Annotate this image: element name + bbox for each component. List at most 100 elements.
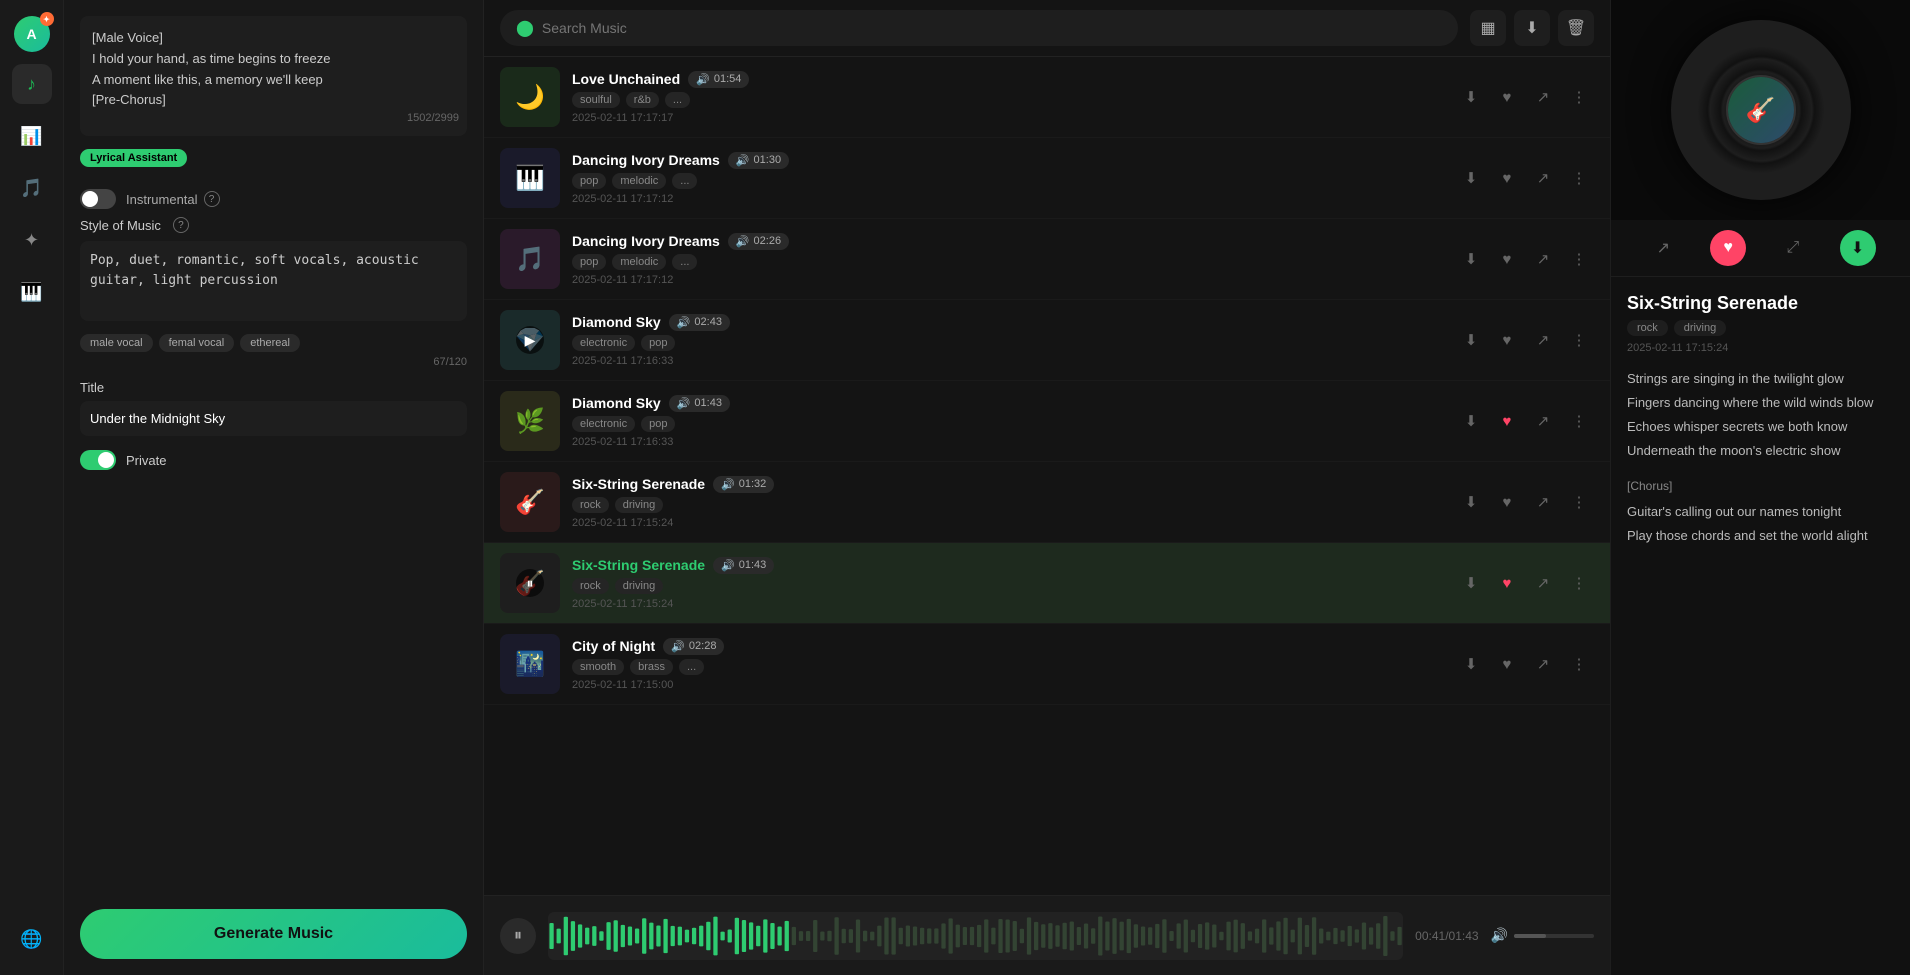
song-detail-tags: rock driving — [1627, 320, 1894, 336]
item-share-button[interactable]: ↗ — [1528, 244, 1558, 274]
item-download-button[interactable]: ⬇ — [1456, 649, 1486, 679]
waveform[interactable] — [548, 912, 1403, 960]
like-button[interactable]: ♥ — [1710, 230, 1746, 266]
volume-row: 🔊 — [1491, 927, 1594, 944]
music-tag: driving — [615, 497, 663, 513]
tag-ethereal[interactable]: ethereal — [240, 334, 300, 352]
lyrics-area: [Male Voice] I hold your hand, as time b… — [80, 16, 467, 136]
music-name: Six-String Serenade — [572, 476, 705, 492]
right-download-button[interactable]: ⬇ — [1840, 230, 1876, 266]
item-download-button[interactable]: ⬇ — [1456, 244, 1486, 274]
item-download-button[interactable]: ⬇ — [1456, 406, 1486, 436]
sidebar-item-magic[interactable]: ✦ — [12, 220, 52, 260]
item-share-button[interactable]: ↗ — [1528, 649, 1558, 679]
volume-fill — [1514, 934, 1546, 938]
instrumental-label: Instrumental — [126, 192, 198, 207]
item-share-button[interactable]: ↗ — [1528, 568, 1558, 598]
item-like-button[interactable]: ♥ — [1492, 406, 1522, 436]
left-panel: [Male Voice] I hold your hand, as time b… — [64, 0, 484, 975]
item-more-button[interactable]: ⋮ — [1564, 406, 1594, 436]
item-download-button[interactable]: ⬇ — [1456, 82, 1486, 112]
lyrics-line: Strings are singing in the twilight glow — [1627, 368, 1894, 390]
item-download-button[interactable]: ⬇ — [1456, 568, 1486, 598]
lyrics-line: Underneath the moon's electric show — [1627, 440, 1894, 462]
sidebar-item-chart[interactable]: 📊 — [12, 116, 52, 156]
item-download-button[interactable]: ⬇ — [1456, 487, 1486, 517]
lyrical-assistant-badge[interactable]: Lyrical Assistant — [80, 149, 187, 167]
search-input[interactable] — [542, 20, 1442, 36]
duration-badge: 🔊 01:30 — [728, 152, 789, 169]
music-item-6[interactable]: 🎸 Six-String Serenade 🔊 01:32 rockdrivin… — [484, 462, 1610, 543]
item-more-button[interactable]: ⋮ — [1564, 244, 1594, 274]
tag-male-vocal[interactable]: male vocal — [80, 334, 153, 352]
instrumental-help-icon[interactable]: ? — [204, 191, 220, 207]
sidebar-item-globe[interactable]: 🌐 — [12, 919, 52, 959]
item-share-button[interactable]: ↗ — [1528, 163, 1558, 193]
lyrics-line: Echoes whisper secrets we both know — [1627, 416, 1894, 438]
music-title-row: Diamond Sky 🔊 01:43 — [572, 395, 1444, 412]
item-more-button[interactable]: ⋮ — [1564, 163, 1594, 193]
music-item-3[interactable]: 🎵 Dancing Ivory Dreams 🔊 02:26 popmelodi… — [484, 219, 1610, 300]
item-like-button[interactable]: ♥ — [1492, 487, 1522, 517]
item-share-button[interactable]: ↗ — [1528, 82, 1558, 112]
tag-femal-vocal[interactable]: femal vocal — [159, 334, 235, 352]
instrumental-toggle[interactable] — [80, 189, 116, 209]
item-like-button[interactable]: ♥ — [1492, 82, 1522, 112]
music-title-row: Love Unchained 🔊 01:54 — [572, 71, 1444, 88]
search-box: ⬤ — [500, 10, 1458, 46]
share-button[interactable]: ↗ — [1645, 230, 1681, 266]
style-input[interactable]: Pop, duet, romantic, soft vocals, acoust… — [80, 241, 467, 321]
music-tags: rockdriving — [572, 578, 1444, 594]
sidebar-item-piano[interactable]: 🎹 — [12, 272, 52, 312]
item-like-button[interactable]: ♥ — [1492, 649, 1522, 679]
item-share-button[interactable]: ↗ — [1528, 487, 1558, 517]
music-info: Six-String Serenade 🔊 01:43 rockdriving … — [560, 557, 1456, 610]
music-tags: rockdriving — [572, 497, 1444, 513]
item-share-button[interactable]: ↗ — [1528, 325, 1558, 355]
playing-overlay[interactable]: ⏸ — [516, 569, 544, 597]
player-pause-button[interactable]: ⏸ — [500, 918, 536, 954]
music-item-4[interactable]: 💎 ▶ Diamond Sky 🔊 02:43 electronicpop 20… — [484, 300, 1610, 381]
music-item-8[interactable]: 🌃 City of Night 🔊 02:28 smoothbrass... 2… — [484, 624, 1610, 705]
item-more-button[interactable]: ⋮ — [1564, 325, 1594, 355]
avatar[interactable]: A ✦ — [14, 16, 50, 52]
title-input[interactable] — [80, 401, 467, 436]
music-tags: electronicpop — [572, 416, 1444, 432]
download-button[interactable]: ⬇ — [1514, 10, 1550, 46]
music-item-2[interactable]: 🎹 Dancing Ivory Dreams 🔊 01:30 popmelodi… — [484, 138, 1610, 219]
play-overlay[interactable]: ▶ — [516, 326, 544, 354]
music-item-1[interactable]: 🌙 Love Unchained 🔊 01:54 soulfulr&b... 2… — [484, 57, 1610, 138]
volume-slider[interactable] — [1514, 934, 1594, 938]
lyrics-line: Guitar's calling out our names tonight — [1627, 501, 1894, 523]
item-like-button[interactable]: ♥ — [1492, 568, 1522, 598]
music-item-7[interactable]: 🎸 ⏸ Six-String Serenade 🔊 01:43 rockdriv… — [484, 543, 1610, 624]
item-more-button[interactable]: ⋮ — [1564, 568, 1594, 598]
item-share-button[interactable]: ↗ — [1528, 406, 1558, 436]
item-more-button[interactable]: ⋮ — [1564, 487, 1594, 517]
chart-icon: 📊 — [20, 126, 42, 147]
music-name: Love Unchained — [572, 71, 680, 87]
sidebar-item-playlist[interactable]: 🎵 — [12, 168, 52, 208]
music-tag: pop — [572, 254, 606, 270]
remix-button[interactable]: ⤢ — [1775, 230, 1811, 266]
library-button[interactable]: ▦ — [1470, 10, 1506, 46]
song-detail: Six-String Serenade rock driving 2025-02… — [1611, 277, 1910, 975]
music-note-icon: ♪ — [27, 74, 36, 95]
music-item-5[interactable]: 🌿 Diamond Sky 🔊 01:43 electronicpop 2025… — [484, 381, 1610, 462]
item-download-button[interactable]: ⬇ — [1456, 163, 1486, 193]
item-more-button[interactable]: ⋮ — [1564, 649, 1594, 679]
item-like-button[interactable]: ♥ — [1492, 163, 1522, 193]
private-toggle[interactable] — [80, 450, 116, 470]
style-char-count: 67/120 — [80, 356, 467, 368]
generate-music-button[interactable]: Generate Music — [80, 909, 467, 959]
toggle-knob — [82, 191, 98, 207]
sidebar-item-music[interactable]: ♪ — [12, 64, 52, 104]
item-like-button[interactable]: ♥ — [1492, 325, 1522, 355]
delete-button[interactable]: 🗑 — [1558, 10, 1594, 46]
music-actions: ⬇ ♥ ↗ ⋮ — [1456, 82, 1594, 112]
style-help-icon[interactable]: ? — [173, 217, 189, 233]
item-more-button[interactable]: ⋮ — [1564, 82, 1594, 112]
item-like-button[interactable]: ♥ — [1492, 244, 1522, 274]
playlist-icon: 🎵 — [20, 178, 42, 199]
item-download-button[interactable]: ⬇ — [1456, 325, 1486, 355]
